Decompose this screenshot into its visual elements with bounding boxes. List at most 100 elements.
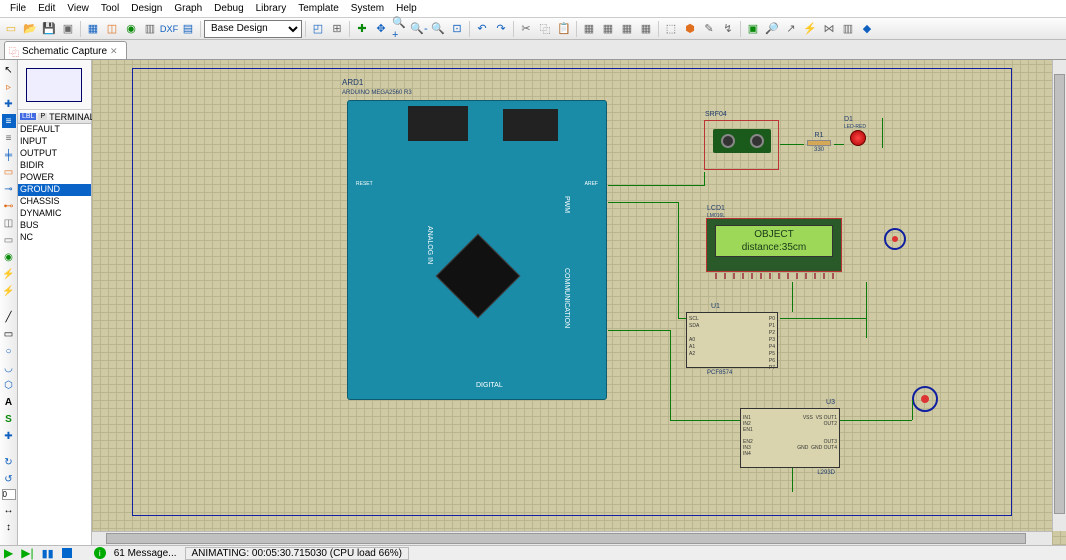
path-icon[interactable]: ⬡ xyxy=(2,378,16,392)
zoom-fit-icon[interactable]: 🔍 xyxy=(429,20,447,38)
cut-icon[interactable]: ✂ xyxy=(517,20,535,38)
block-delete-icon[interactable]: ▦ xyxy=(637,20,655,38)
find-icon[interactable]: 🔎 xyxy=(763,20,781,38)
term-bidir[interactable]: BIDIR xyxy=(18,160,91,172)
undo-icon[interactable]: ↶ xyxy=(473,20,491,38)
package-icon[interactable]: ⬢ xyxy=(681,20,699,38)
property-icon[interactable]: ↗ xyxy=(782,20,800,38)
term-output[interactable]: OUTPUT xyxy=(18,148,91,160)
generator-mode-icon[interactable]: ◉ xyxy=(2,250,16,264)
probe-i-icon[interactable]: ⚡ xyxy=(2,284,16,298)
copy-icon[interactable]: ⿻ xyxy=(536,20,554,38)
menu-system[interactable]: System xyxy=(345,1,390,16)
flip-h-icon[interactable]: ↔ xyxy=(2,503,16,517)
rotate-cw-icon[interactable]: ↻ xyxy=(2,455,16,469)
pick-icon[interactable]: ⬚ xyxy=(662,20,680,38)
pcf8574-component[interactable]: U1 PCF8574 SCL SDA A0 A1 A2 P0 P1 P2 P3 … xyxy=(686,312,778,368)
grid-icon[interactable]: ⊞ xyxy=(328,20,346,38)
select-mode-icon[interactable]: ↖ xyxy=(2,63,16,77)
graph-mode-icon[interactable]: ◫ xyxy=(2,216,16,230)
arduino-component[interactable]: ANALOG IN PWM COMMUNICATION DIGITAL RESE… xyxy=(347,100,607,400)
save-icon[interactable]: 💾 xyxy=(40,20,58,38)
probe-v-icon[interactable]: ⚡ xyxy=(2,267,16,281)
paste-icon[interactable]: 📋 xyxy=(555,20,573,38)
line-icon[interactable]: ╱ xyxy=(2,310,16,324)
led-d1[interactable]: D1LED-RED xyxy=(844,128,872,156)
redo-icon[interactable]: ↷ xyxy=(492,20,510,38)
menu-tool[interactable]: Tool xyxy=(95,1,125,16)
area-icon[interactable]: ◰ xyxy=(309,20,327,38)
lcd-component[interactable]: LCD1LM016L OBJECT distance:35cm xyxy=(706,218,842,272)
zoom-out-icon[interactable]: 🔍- xyxy=(410,20,428,38)
wire-tool-icon[interactable]: ↯ xyxy=(719,20,737,38)
open-icon[interactable]: 📂 xyxy=(21,20,39,38)
message-info-icon[interactable]: i xyxy=(94,547,106,559)
overview-window[interactable] xyxy=(18,60,91,110)
tape-mode-icon[interactable]: ▭ xyxy=(2,233,16,247)
menu-edit[interactable]: Edit xyxy=(32,1,61,16)
decompose-icon[interactable]: ✎ xyxy=(700,20,718,38)
menu-help[interactable]: Help xyxy=(390,1,423,16)
srf04-component[interactable]: SRF04 xyxy=(704,120,779,170)
label-mode-icon[interactable]: ≡ xyxy=(2,114,16,128)
symbol-icon[interactable]: S xyxy=(2,412,16,426)
term-default[interactable]: DEFAULT xyxy=(18,124,91,136)
design-selector[interactable]: Base Design xyxy=(204,20,302,38)
term-bus[interactable]: BUS xyxy=(18,220,91,232)
erc-icon[interactable]: ⚡ xyxy=(801,20,819,38)
l293d-component[interactable]: U3 L293D IN1 IN2 EN1 EN2 IN3 IN4 VSS VS … xyxy=(740,408,840,468)
terminal-mode-icon[interactable]: ⊸ xyxy=(2,182,16,196)
tab-schematic[interactable]: ⿻ Schematic Capture ✕ xyxy=(4,41,127,59)
menu-library[interactable]: Library xyxy=(250,1,293,16)
play-icon[interactable]: ▶ xyxy=(4,546,13,560)
pause-icon[interactable]: ▮▮ xyxy=(42,547,54,560)
pcb-icon[interactable]: ◫ xyxy=(103,20,121,38)
schematic-canvas[interactable]: ARD1ARDUINO MEGA2560 R3 ANALOG IN PWM CO… xyxy=(92,60,1066,545)
subcircuit-mode-icon[interactable]: ▭ xyxy=(2,165,16,179)
stop-icon[interactable] xyxy=(62,548,72,558)
marker-icon[interactable]: ✚ xyxy=(2,429,16,443)
menu-debug[interactable]: Debug xyxy=(208,1,249,16)
tab-close-icon[interactable]: ✕ xyxy=(110,46,118,57)
junction-mode-icon[interactable]: ✚ xyxy=(2,97,16,111)
term-ground[interactable]: GROUND xyxy=(18,184,91,196)
term-chassis[interactable]: CHASSIS xyxy=(18,196,91,208)
menu-file[interactable]: File xyxy=(4,1,32,16)
text-icon[interactable]: A xyxy=(2,395,16,409)
rotation-input[interactable] xyxy=(2,489,16,500)
motor-component[interactable] xyxy=(912,386,938,412)
component-mode-icon[interactable]: ▹ xyxy=(2,80,16,94)
circle-icon[interactable]: ○ xyxy=(2,344,16,358)
menu-design[interactable]: Design xyxy=(125,1,168,16)
design-explorer-icon[interactable]: ▣ xyxy=(744,20,762,38)
3d-icon[interactable]: ◉ xyxy=(122,20,140,38)
schematic-icon[interactable]: ▦ xyxy=(84,20,102,38)
block-copy-icon[interactable]: ▦ xyxy=(580,20,598,38)
vertical-scrollbar[interactable] xyxy=(1052,60,1066,531)
gerber-icon[interactable]: ▥ xyxy=(141,20,159,38)
term-input[interactable]: INPUT xyxy=(18,136,91,148)
step-icon[interactable]: ▶| xyxy=(21,546,33,560)
pin-mode-icon[interactable]: ⊷ xyxy=(2,199,16,213)
term-power[interactable]: POWER xyxy=(18,172,91,184)
bom-report-icon[interactable]: ▥ xyxy=(839,20,857,38)
menu-template[interactable]: Template xyxy=(292,1,345,16)
flip-v-icon[interactable]: ↕ xyxy=(2,520,16,534)
zoom-area-icon[interactable]: ⊡ xyxy=(448,20,466,38)
menu-graph[interactable]: Graph xyxy=(168,1,208,16)
origin-icon[interactable]: ✚ xyxy=(353,20,371,38)
rotate-ccw-icon[interactable]: ↺ xyxy=(2,472,16,486)
zoom-in-icon[interactable]: 🔍+ xyxy=(391,20,409,38)
block-move-icon[interactable]: ▦ xyxy=(599,20,617,38)
servo-component[interactable] xyxy=(884,228,914,258)
message-count[interactable]: 61 Message... xyxy=(114,548,177,559)
bus-mode-icon[interactable]: ╪ xyxy=(2,148,16,162)
netlist-icon[interactable]: ⋈ xyxy=(820,20,838,38)
box-icon[interactable]: ▭ xyxy=(2,327,16,341)
pan-icon[interactable]: ✥ xyxy=(372,20,390,38)
term-nc[interactable]: NC xyxy=(18,232,91,244)
arena-icon[interactable]: ◆ xyxy=(858,20,876,38)
arc-icon[interactable]: ◡ xyxy=(2,361,16,375)
block-rotate-icon[interactable]: ▦ xyxy=(618,20,636,38)
new-icon[interactable]: ▭ xyxy=(2,20,20,38)
